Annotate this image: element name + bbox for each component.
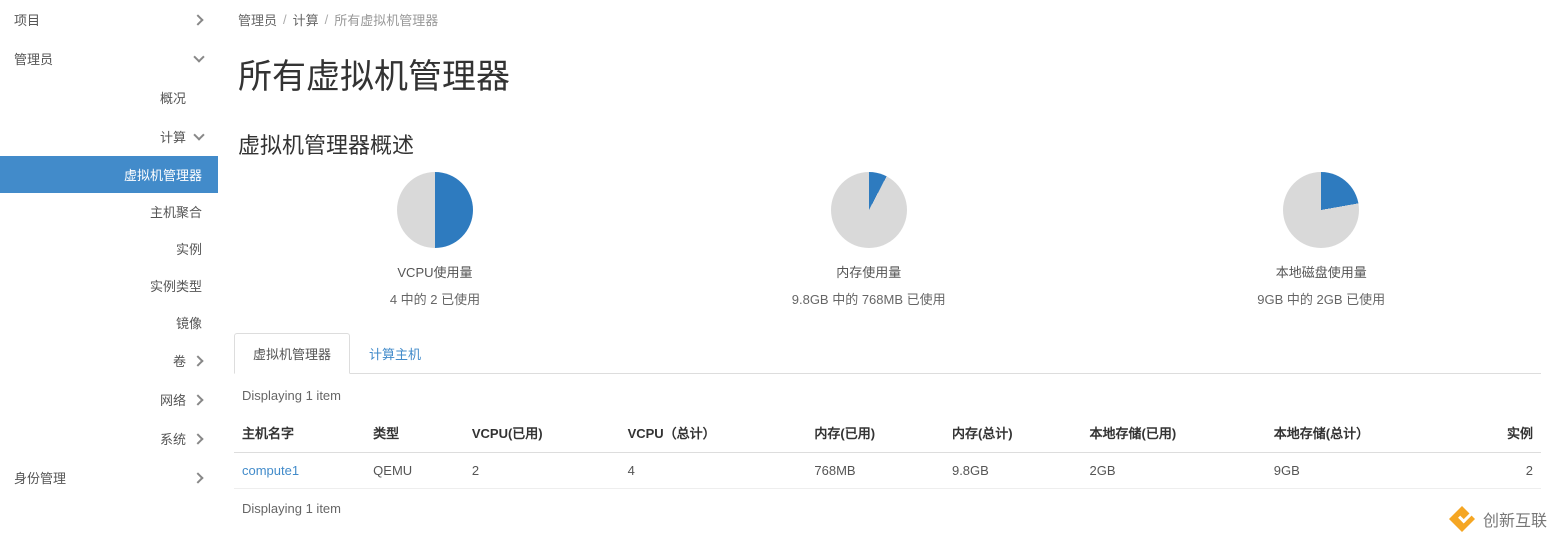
watermark: 创新互联 bbox=[1449, 506, 1547, 532]
sidebar-item-label: 卷 bbox=[173, 351, 186, 370]
chevron-right-icon bbox=[194, 395, 204, 405]
tabs: 虚拟机管理器 计算主机 bbox=[234, 332, 1541, 374]
chart-vcpu: VCPU使用量 4 中的 2 已使用 bbox=[390, 172, 480, 308]
sidebar-item-overview[interactable]: 概况 bbox=[0, 78, 218, 117]
sidebar-item-label: 系统 bbox=[160, 429, 186, 448]
cell-host: compute1 bbox=[234, 453, 365, 489]
th-vcpu-total[interactable]: VCPU（总计） bbox=[620, 413, 807, 453]
hypervisors-table: 主机名字 类型 VCPU(已用) VCPU（总计） 内存(已用) 内存(总计) … bbox=[234, 413, 1541, 489]
cell-vcpu-used: 2 bbox=[464, 453, 620, 489]
sidebar-item-label: 虚拟机管理器 bbox=[124, 165, 202, 184]
breadcrumb-admin[interactable]: 管理员 bbox=[238, 10, 277, 29]
watermark-logo-icon bbox=[1449, 506, 1475, 532]
sidebar-item-label: 实例 bbox=[176, 239, 202, 258]
chart-title: VCPU使用量 bbox=[397, 262, 472, 281]
cell-mem-total: 9.8GB bbox=[944, 453, 1082, 489]
item-count-top: Displaying 1 item bbox=[242, 388, 1541, 403]
sidebar-item-aggregates[interactable]: 主机聚合 bbox=[0, 193, 218, 230]
sidebar-item-label: 镜像 bbox=[176, 313, 202, 332]
sidebar: 项目 管理员 概况 计算 虚拟机管理器 主机聚合 实例 实例类型 镜像 bbox=[0, 0, 218, 546]
chart-disk: 本地磁盘使用量 9GB 中的 2GB 已使用 bbox=[1257, 172, 1385, 308]
pie-chart-icon bbox=[831, 172, 907, 248]
breadcrumb-compute[interactable]: 计算 bbox=[293, 10, 319, 29]
charts-row: VCPU使用量 4 中的 2 已使用 内存使用量 9.8GB 中的 768MB … bbox=[234, 172, 1541, 308]
sidebar-item-label: 网络 bbox=[160, 390, 186, 409]
th-type[interactable]: 类型 bbox=[365, 413, 464, 453]
sidebar-item-project[interactable]: 项目 bbox=[0, 0, 218, 39]
watermark-text: 创新互联 bbox=[1483, 507, 1547, 531]
breadcrumb-sep: / bbox=[325, 12, 329, 27]
item-count-bottom: Displaying 1 item bbox=[242, 501, 1541, 516]
chevron-down-icon bbox=[194, 54, 204, 64]
cell-type: QEMU bbox=[365, 453, 464, 489]
sidebar-item-label: 主机聚合 bbox=[150, 202, 202, 221]
sidebar-item-instances[interactable]: 实例 bbox=[0, 230, 218, 267]
tab-compute-hosts[interactable]: 计算主机 bbox=[350, 333, 440, 374]
th-disk-used[interactable]: 本地存储(已用) bbox=[1082, 413, 1266, 453]
th-host[interactable]: 主机名字 bbox=[234, 413, 365, 453]
breadcrumb: 管理员 / 计算 / 所有虚拟机管理器 bbox=[234, 0, 1541, 39]
main-content: 管理员 / 计算 / 所有虚拟机管理器 所有虚拟机管理器 虚拟机管理器概述 VC… bbox=[218, 0, 1557, 546]
table-header-row: 主机名字 类型 VCPU(已用) VCPU（总计） 内存(已用) 内存(总计) … bbox=[234, 413, 1541, 453]
sidebar-item-system[interactable]: 系统 bbox=[0, 419, 218, 458]
th-disk-total[interactable]: 本地存储(总计） bbox=[1266, 413, 1466, 453]
th-mem-used[interactable]: 内存(已用) bbox=[806, 413, 944, 453]
chart-title: 本地磁盘使用量 bbox=[1276, 262, 1367, 281]
sidebar-item-images[interactable]: 镜像 bbox=[0, 304, 218, 341]
tab-hypervisors[interactable]: 虚拟机管理器 bbox=[234, 333, 350, 374]
sidebar-item-label: 身份管理 bbox=[14, 468, 66, 487]
chevron-right-icon bbox=[194, 434, 204, 444]
cell-disk-total: 9GB bbox=[1266, 453, 1466, 489]
sidebar-item-label: 项目 bbox=[14, 10, 40, 29]
th-vcpu-used[interactable]: VCPU(已用) bbox=[464, 413, 620, 453]
sidebar-item-label: 概况 bbox=[160, 88, 186, 107]
sidebar-item-label: 实例类型 bbox=[150, 276, 202, 295]
chevron-right-icon bbox=[194, 473, 204, 483]
chevron-down-icon bbox=[194, 132, 204, 142]
sidebar-item-flavors[interactable]: 实例类型 bbox=[0, 267, 218, 304]
chevron-right-icon bbox=[194, 15, 204, 25]
cell-disk-used: 2GB bbox=[1082, 453, 1266, 489]
sidebar-item-label: 管理员 bbox=[14, 49, 53, 68]
sidebar-item-volumes[interactable]: 卷 bbox=[0, 341, 218, 380]
sidebar-item-label: 计算 bbox=[160, 127, 186, 146]
cell-vcpu-total: 4 bbox=[620, 453, 807, 489]
pie-chart-icon bbox=[1283, 172, 1359, 248]
th-instances[interactable]: 实例 bbox=[1466, 413, 1541, 453]
pie-chart-icon bbox=[397, 172, 473, 248]
page-title: 所有虚拟机管理器 bbox=[238, 49, 1541, 98]
chart-title: 内存使用量 bbox=[836, 262, 901, 281]
cell-mem-used: 768MB bbox=[806, 453, 944, 489]
sidebar-item-identity[interactable]: 身份管理 bbox=[0, 458, 218, 497]
host-link[interactable]: compute1 bbox=[242, 463, 299, 478]
th-mem-total[interactable]: 内存(总计) bbox=[944, 413, 1082, 453]
chevron-right-icon bbox=[194, 356, 204, 366]
sidebar-item-network[interactable]: 网络 bbox=[0, 380, 218, 419]
table-row[interactable]: compute1 QEMU 2 4 768MB 9.8GB 2GB 9GB 2 bbox=[234, 453, 1541, 489]
chart-subtitle: 4 中的 2 已使用 bbox=[390, 289, 480, 308]
breadcrumb-current: 所有虚拟机管理器 bbox=[334, 10, 438, 29]
chart-subtitle: 9GB 中的 2GB 已使用 bbox=[1257, 289, 1385, 308]
cell-instances: 2 bbox=[1466, 453, 1541, 489]
breadcrumb-sep: / bbox=[283, 12, 287, 27]
sidebar-item-admin[interactable]: 管理员 bbox=[0, 39, 218, 78]
sidebar-item-compute[interactable]: 计算 bbox=[0, 117, 218, 156]
section-title: 虚拟机管理器概述 bbox=[238, 128, 1541, 160]
chart-subtitle: 9.8GB 中的 768MB 已使用 bbox=[792, 289, 946, 308]
sidebar-item-hypervisors[interactable]: 虚拟机管理器 bbox=[0, 156, 218, 193]
chart-memory: 内存使用量 9.8GB 中的 768MB 已使用 bbox=[792, 172, 946, 308]
